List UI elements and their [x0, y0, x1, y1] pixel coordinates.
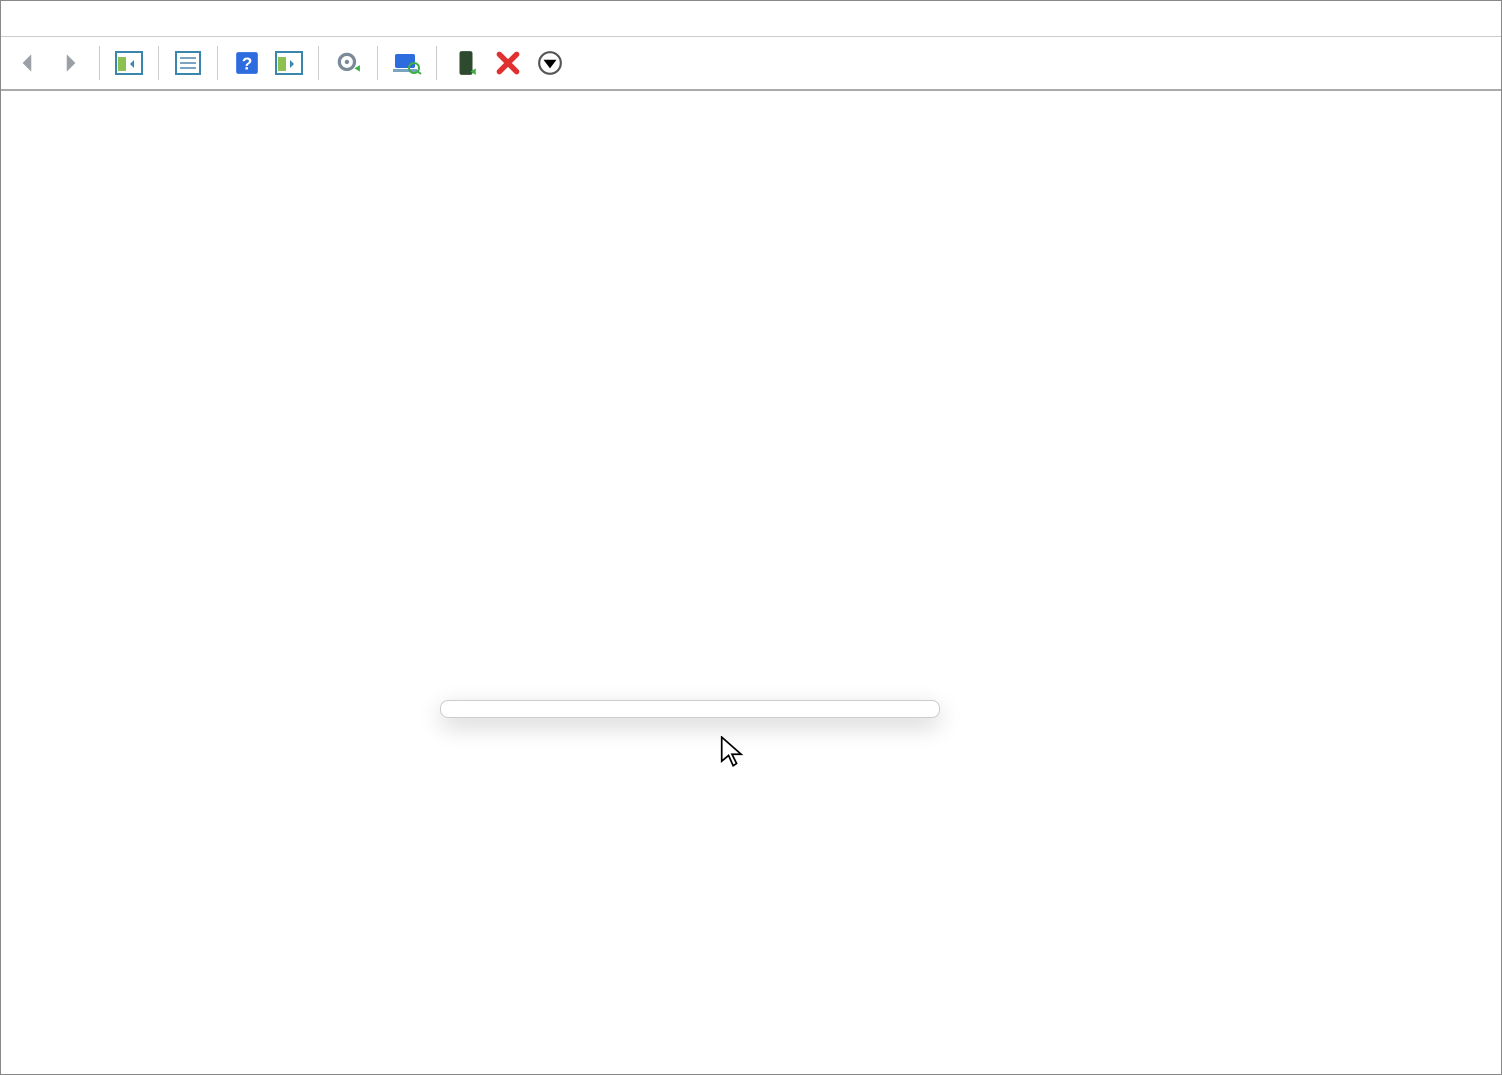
help-icon[interactable]: ? [228, 44, 266, 82]
toolbar: ? [1, 37, 1501, 91]
menu-help[interactable] [115, 15, 151, 23]
properties-icon[interactable] [169, 44, 207, 82]
toolbar-separator [158, 46, 159, 80]
disable-device-icon[interactable] [489, 44, 527, 82]
mouse-cursor-icon [720, 736, 744, 768]
back-icon[interactable] [9, 44, 47, 82]
show-hidden-icon[interactable] [270, 44, 308, 82]
context-menu [440, 700, 940, 718]
show-hide-tree-icon[interactable] [110, 44, 148, 82]
toolbar-separator [436, 46, 437, 80]
menu-view[interactable] [79, 15, 115, 23]
toolbar-separator [318, 46, 319, 80]
menu-action[interactable] [43, 15, 79, 23]
menubar [1, 1, 1501, 37]
toolbar-separator [217, 46, 218, 80]
scan-hardware-icon[interactable] [388, 44, 426, 82]
update-driver-icon[interactable] [329, 44, 367, 82]
down-arrow-icon[interactable] [531, 44, 569, 82]
toolbar-separator [377, 46, 378, 80]
svg-text:?: ? [242, 54, 253, 74]
enable-device-icon[interactable] [447, 44, 485, 82]
device-tree [1, 91, 1501, 99]
toolbar-separator [99, 46, 100, 80]
forward-icon[interactable] [51, 44, 89, 82]
menu-file[interactable] [7, 15, 43, 23]
